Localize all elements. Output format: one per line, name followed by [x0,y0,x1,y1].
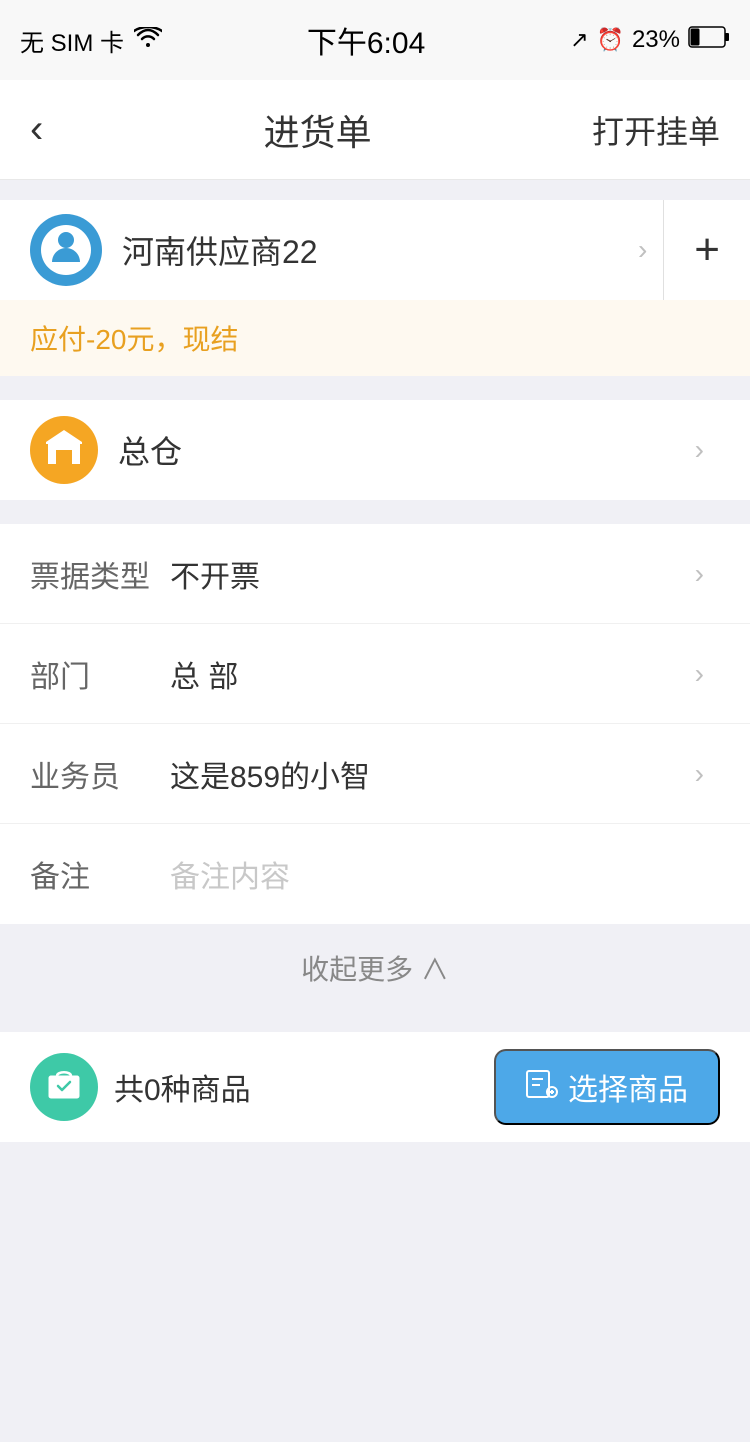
salesperson-chevron-icon: › [679,758,720,790]
salesperson-row[interactable]: 业务员 这是859的小智 › [0,724,750,824]
department-chevron-icon: › [679,658,720,690]
warehouse-icon-wrap [30,416,98,484]
warehouse-chevron-icon: › [679,434,720,466]
select-product-button[interactable]: 选择商品 [494,1049,720,1125]
collapse-bar[interactable]: 收起更多 ∧ [0,928,750,1008]
product-icon-wrap [30,1053,98,1121]
bottom-bar: 共0种商品 选择商品 [0,1032,750,1142]
back-button[interactable]: ‹ [30,107,43,152]
supplier-avatar-inner [41,225,91,275]
remark-label: 备注 [30,852,170,896]
section-divider-1 [0,180,750,200]
remark-row[interactable]: 备注 备注内容 [0,824,750,924]
add-supplier-button[interactable]: + [664,228,720,272]
alarm-icon: ⏰ [597,27,624,53]
carrier-text: 无 SIM 卡 [20,23,124,58]
person-icon [48,228,84,272]
section-divider-2 [0,376,750,396]
product-icon [45,1064,83,1111]
select-product-label: 选择商品 [568,1065,688,1109]
nav-bar: ‹ 进货单 打开挂单 [0,80,750,180]
location-icon: ↗ [570,27,588,53]
section-divider-3 [0,500,750,520]
warehouse-icon [44,428,84,473]
supplier-row[interactable]: 河南供应商22 › [30,200,664,300]
salesperson-label: 业务员 [30,752,170,796]
status-bar: 无 SIM 卡 下午6:04 ↗ ⏰ 23% [0,0,750,80]
supplier-avatar [30,214,102,286]
warehouse-name: 总仓 [118,427,679,473]
info-banner-text: 应付-20元，现结 [30,324,238,355]
status-time: 下午6:04 [307,18,425,62]
collapse-label: 收起更多 ∧ [301,948,449,988]
section-divider-4 [0,1008,750,1028]
department-label: 部门 [30,652,170,696]
salesperson-value: 这是859的小智 [170,752,679,796]
invoice-type-value: 不开票 [170,552,679,596]
status-right: ↗ ⏰ 23% [570,26,730,55]
open-pending-button[interactable]: 打开挂单 [592,107,720,153]
invoice-type-label: 票据类型 [30,552,170,596]
remark-placeholder[interactable]: 备注内容 [170,852,720,896]
warehouse-row[interactable]: 总仓 › [0,400,750,500]
battery-text: 23% [632,26,680,54]
status-left: 无 SIM 卡 [20,23,162,58]
supplier-chevron-icon: › [622,234,663,266]
body-fill [0,1142,750,1442]
product-count-wrap: 共0种商品 [30,1053,251,1121]
wifi-icon [134,26,162,54]
info-banner: 应付-20元，现结 [0,300,750,376]
invoice-type-row[interactable]: 票据类型 不开票 › [0,524,750,624]
supplier-name: 河南供应商22 [122,227,622,273]
page-title: 进货单 [264,104,372,156]
supplier-section: 河南供应商22 › + [0,200,750,300]
department-value: 总 部 [170,652,679,696]
select-product-icon [526,1070,558,1105]
department-row[interactable]: 部门 总 部 › [0,624,750,724]
invoice-type-chevron-icon: › [679,558,720,590]
product-count-text: 共0种商品 [114,1065,251,1109]
form-section: 票据类型 不开票 › 部门 总 部 › 业务员 这是859的小智 › 备注 备注… [0,524,750,924]
battery-icon [688,26,730,55]
